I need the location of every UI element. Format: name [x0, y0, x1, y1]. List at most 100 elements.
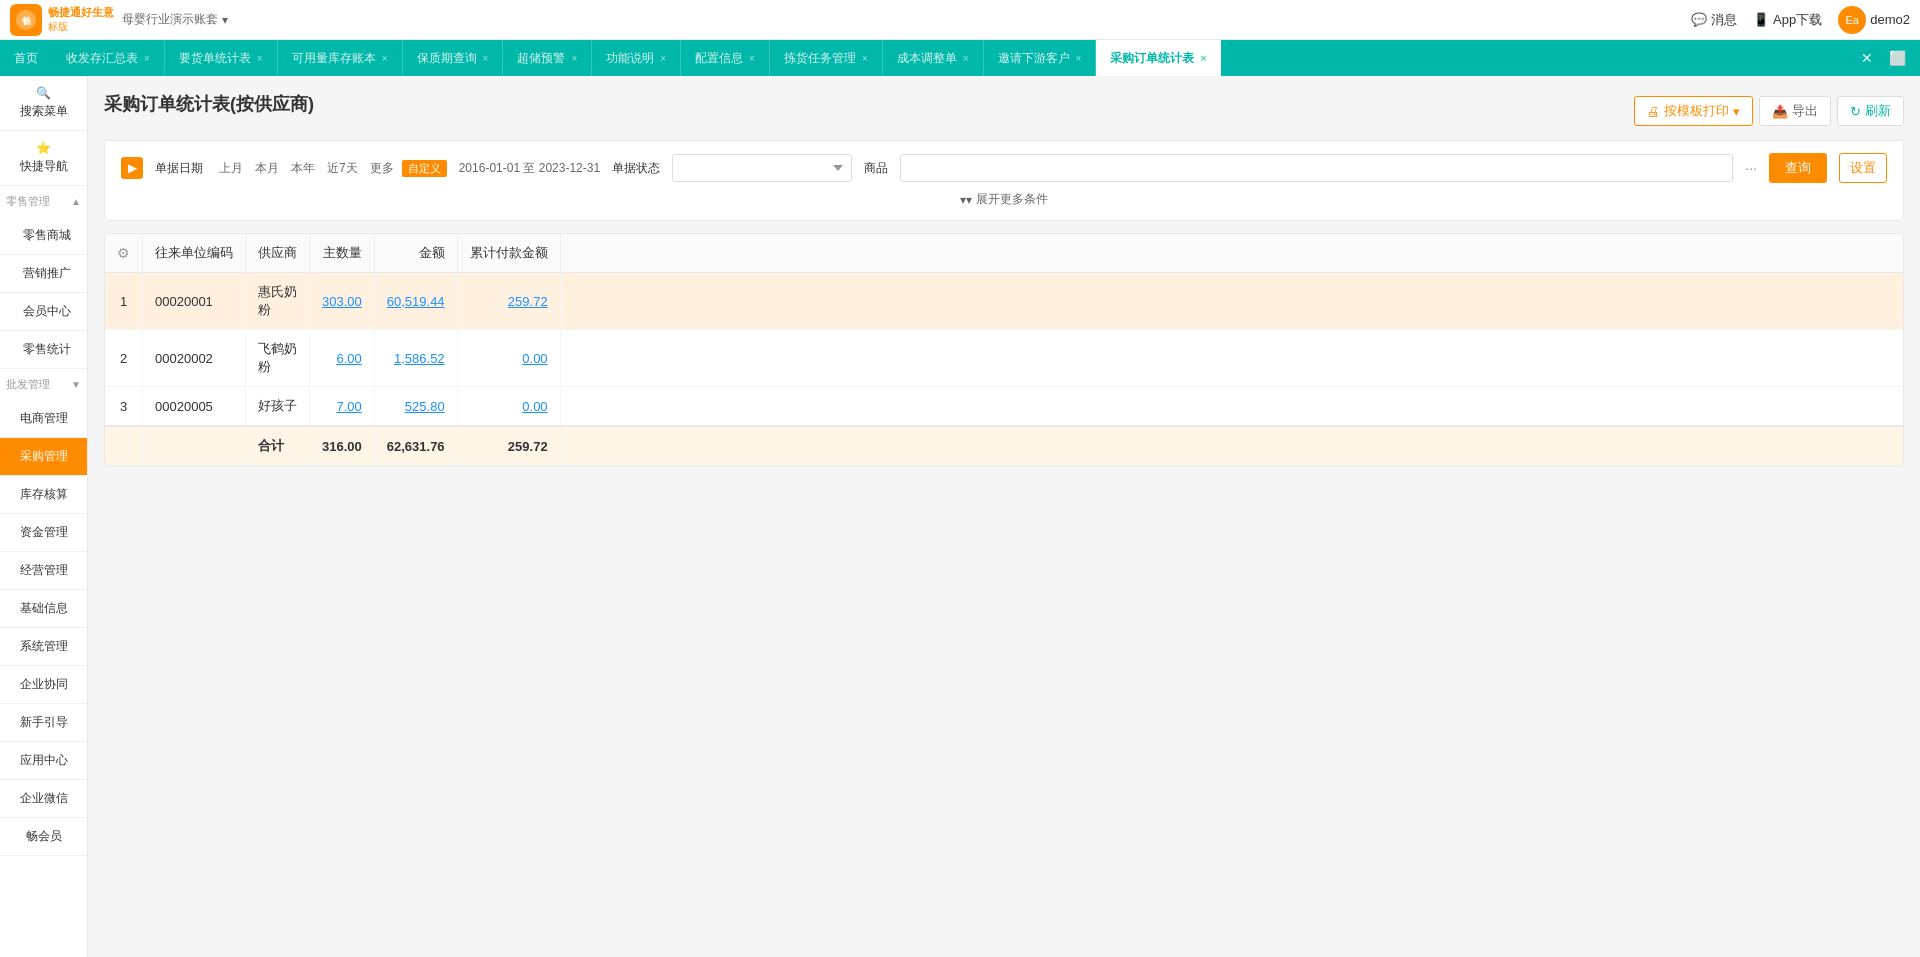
close-icon[interactable]: ×: [660, 53, 666, 64]
logo-text: 畅捷通好生意 标版: [48, 5, 114, 34]
sidebar-item-operations[interactable]: 经营管理: [0, 552, 87, 590]
sidebar-item-retail-stats[interactable]: 零售统计: [0, 331, 87, 369]
nav-tabs: 首页 收发存汇总表 × 要货单统计表 × 可用量库存账本 × 保质期查询 × 超…: [0, 40, 1920, 76]
username: demo2: [1870, 12, 1910, 27]
row-qty[interactable]: 7.00: [310, 387, 375, 427]
tab-shoufacun[interactable]: 收发存汇总表 ×: [52, 40, 165, 76]
footer-gear-cell: [105, 426, 143, 466]
table-row[interactable]: 2 00020002 飞鹤奶粉 6.00 1,586.52 0.00: [105, 330, 1903, 387]
shortcut-this-year[interactable]: 本年: [287, 158, 319, 179]
row-paid[interactable]: 259.72: [457, 273, 560, 330]
sidebar-item-guide[interactable]: 新手引导: [0, 704, 87, 742]
tab-gongneng[interactable]: 功能说明 ×: [592, 40, 681, 76]
sidebar-item-quicknav[interactable]: ⭐ 快捷导航: [0, 131, 87, 186]
close-icon[interactable]: ×: [749, 53, 755, 64]
sidebar-item-search[interactable]: 🔍 搜索菜单: [0, 76, 87, 131]
sidebar-item-retail[interactable]: 零售管理 ▲: [0, 186, 87, 217]
row-paid[interactable]: 0.00: [457, 330, 560, 387]
refresh-button[interactable]: ↻ 刷新: [1837, 96, 1904, 126]
tab-label: 功能说明: [606, 50, 654, 67]
th-amount: 金额: [374, 234, 457, 273]
tab-jianhuo[interactable]: 拣货任务管理 ×: [770, 40, 883, 76]
sidebar-item-shop[interactable]: 零售商城: [0, 217, 87, 255]
gear-icon[interactable]: ⚙: [117, 245, 130, 261]
settings-button[interactable]: 设置: [1839, 153, 1887, 183]
shortcut-last-month[interactable]: 上月: [215, 158, 247, 179]
sidebar-item-basic[interactable]: 基础信息: [0, 590, 87, 628]
row-supplier: 惠氏奶粉: [246, 273, 310, 330]
footer-label-cell: [143, 426, 246, 466]
row-amount[interactable]: 525.80: [374, 387, 457, 427]
close-icon[interactable]: ×: [257, 53, 263, 64]
sidebar-item-system[interactable]: 系统管理: [0, 628, 87, 666]
sidebar-item-marketing[interactable]: 营销推广: [0, 255, 87, 293]
filter-toggle-button[interactable]: ▶: [121, 157, 143, 179]
goods-filter-label: 商品: [864, 160, 888, 177]
tab-home[interactable]: 首页: [0, 40, 52, 76]
user-area[interactable]: Ea demo2: [1838, 6, 1910, 34]
table-row[interactable]: 3 00020005 好孩子 7.00 525.80 0.00: [105, 387, 1903, 427]
close-icon[interactable]: ×: [382, 53, 388, 64]
sidebar-item-wechat[interactable]: 企业微信: [0, 780, 87, 818]
status-select[interactable]: [672, 154, 852, 182]
sidebar-item-collab[interactable]: 企业协同: [0, 666, 87, 704]
sidebar-item-finance[interactable]: 资金管理: [0, 514, 87, 552]
sidebar-item-inventory[interactable]: 库存核算: [0, 476, 87, 514]
close-icon[interactable]: ×: [862, 53, 868, 64]
tab-yaohuo[interactable]: 要货单统计表 ×: [165, 40, 278, 76]
tab-label: 邀请下游客户: [998, 50, 1070, 67]
sidebar-item-label: 零售管理: [6, 194, 50, 209]
table-row[interactable]: 1 00020001 惠氏奶粉 303.00 60,519.44 259.72: [105, 273, 1903, 330]
goods-input[interactable]: [900, 154, 1733, 182]
nav-maximize-btn[interactable]: ⬜: [1883, 46, 1912, 70]
sidebar-item-label: 电商管理: [20, 410, 68, 427]
row-qty[interactable]: 303.00: [310, 273, 375, 330]
message-label: 消息: [1711, 11, 1737, 29]
tab-chaochuyujing[interactable]: 超储预警 ×: [503, 40, 592, 76]
close-icon[interactable]: ×: [1076, 53, 1082, 64]
sidebar-item-label: 新手引导: [20, 714, 68, 731]
goods-input-more[interactable]: ···: [1745, 160, 1757, 176]
sidebar-item-member[interactable]: 畅会员: [0, 818, 87, 856]
tab-peizhi[interactable]: 配置信息 ×: [681, 40, 770, 76]
custom-date-badge[interactable]: 自定义: [402, 160, 447, 177]
tab-chengben[interactable]: 成本调整单 ×: [883, 40, 984, 76]
filter-expand: ▾▾ 展开更多条件: [121, 191, 1887, 208]
row-qty[interactable]: 6.00: [310, 330, 375, 387]
tab-caigou-active[interactable]: 采购订单统计表 ×: [1096, 40, 1221, 76]
row-amount[interactable]: 60,519.44: [374, 273, 457, 330]
export-button[interactable]: 📤 导出: [1759, 96, 1831, 126]
shortcut-this-month[interactable]: 本月: [251, 158, 283, 179]
tab-label: 拣货任务管理: [784, 50, 856, 67]
sidebar-item-appstore[interactable]: 应用中心: [0, 742, 87, 780]
tab-yaoqing[interactable]: 邀请下游客户 ×: [984, 40, 1097, 76]
query-button[interactable]: 查询: [1769, 153, 1827, 183]
app-download-action[interactable]: 📱 App下载: [1753, 11, 1822, 29]
sidebar-item-label: 基础信息: [20, 600, 68, 617]
close-icon[interactable]: ×: [483, 53, 489, 64]
nav-close-btn[interactable]: ✕: [1855, 46, 1879, 70]
row-amount[interactable]: 1,586.52: [374, 330, 457, 387]
sidebar-item-wholesale[interactable]: 批发管理 ▼: [0, 369, 87, 400]
sidebar-item-label: 畅会员: [26, 828, 62, 845]
close-icon[interactable]: ×: [963, 53, 969, 64]
breadcrumb: 母婴行业演示账套 ▾: [122, 11, 228, 28]
expand-button[interactable]: ▾▾ 展开更多条件: [960, 191, 1048, 208]
th-paid: 累计付款金额: [457, 234, 560, 273]
shortcut-more[interactable]: 更多: [366, 158, 398, 179]
th-supplier: 供应商: [246, 234, 310, 273]
close-icon[interactable]: ×: [1200, 53, 1206, 64]
message-action[interactable]: 💬 消息: [1691, 11, 1737, 29]
close-icon[interactable]: ×: [571, 53, 577, 64]
sidebar-item-members[interactable]: 会员中心: [0, 293, 87, 331]
sidebar-item-label: 应用中心: [20, 752, 68, 769]
tab-kuyong[interactable]: 可用量库存账本 ×: [278, 40, 403, 76]
shortcut-7days[interactable]: 近7天: [323, 158, 362, 179]
print-button[interactable]: 🖨 按模板打印 ▾: [1634, 96, 1753, 126]
tab-baozhi[interactable]: 保质期查询 ×: [403, 40, 504, 76]
row-paid[interactable]: 0.00: [457, 387, 560, 427]
close-icon[interactable]: ×: [144, 53, 150, 64]
sidebar-item-purchase[interactable]: 采购管理: [0, 438, 87, 476]
tab-label: 成本调整单: [897, 50, 957, 67]
sidebar-item-ecommerce[interactable]: 电商管理: [0, 400, 87, 438]
